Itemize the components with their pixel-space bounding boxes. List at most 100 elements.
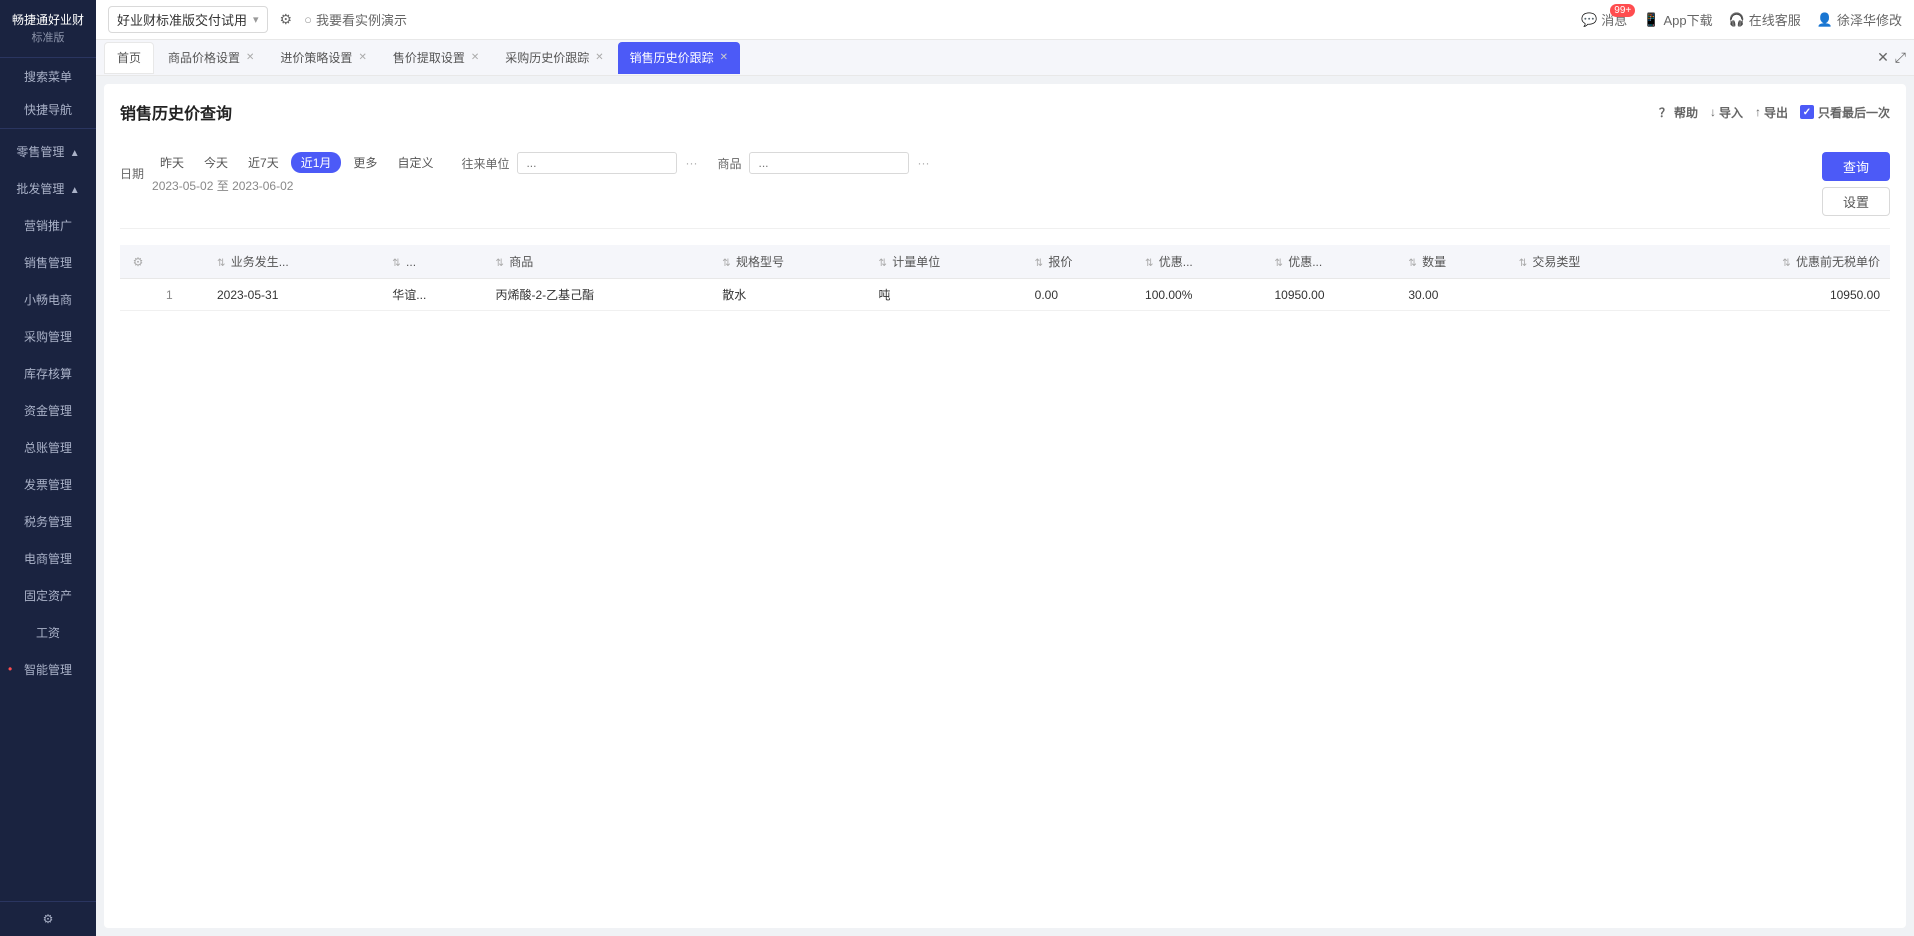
col-spec[interactable]: ⇅ 规格型号 xyxy=(712,245,868,279)
sidebar-item-finance[interactable]: 资金管理 xyxy=(0,392,96,429)
demo-button[interactable]: ○ 我要看实例演示 xyxy=(304,10,407,29)
partner-filter-input[interactable] xyxy=(517,152,677,174)
tab-purchase-history[interactable]: 采购历史价跟踪 ✕ xyxy=(493,42,615,74)
topbar-gear-icon[interactable]: ⚙ xyxy=(280,11,293,28)
partner-more-icon[interactable]: ··· xyxy=(685,156,697,170)
row-pretax-price: 10950.00 xyxy=(1665,279,1890,311)
user-button[interactable]: 👤 徐泽华修改 xyxy=(1817,10,1902,29)
version-selector[interactable]: 好业财标准版交付试用 ▾ xyxy=(108,6,268,33)
topbar: 好业财标准版交付试用 ▾ ⚙ ○ 我要看实例演示 💬 消息 99+ 📱 App下… xyxy=(96,0,1914,40)
sidebar-item-ledger[interactable]: 总账管理 xyxy=(0,429,96,466)
col-price[interactable]: ⇅ 报价 xyxy=(1025,245,1135,279)
tab-sale-extract[interactable]: 售价提取设置 ✕ xyxy=(381,42,491,74)
col-pretax-price[interactable]: ⇅ 优惠前无税单价 xyxy=(1665,245,1890,279)
tab-sale-extract-label: 售价提取设置 xyxy=(393,49,465,66)
col-discount1[interactable]: ⇅ 优惠... xyxy=(1135,245,1264,279)
tab-maximize-window[interactable]: ⤢ xyxy=(1895,49,1906,66)
sidebar-item-payroll[interactable]: 工资 xyxy=(0,614,96,651)
page-title-bar: 销售历史价查询 ？ 帮助 ↓ 导入 ↑ 导出 ✓ 只看最后一次 xyxy=(120,100,1890,124)
sidebar-item-ai[interactable]: 智能管理 xyxy=(0,651,96,688)
only-last-checkbox-group[interactable]: ✓ 只看最后一次 xyxy=(1800,104,1890,121)
online-service-button[interactable]: 🎧 在线客服 xyxy=(1729,10,1801,29)
col-more[interactable]: ⇅ ... xyxy=(382,245,485,279)
tab-purchase-history-label: 采购历史价跟踪 xyxy=(505,49,589,66)
tab-sale-history-close[interactable]: ✕ xyxy=(720,52,728,63)
sidebar-item-tax[interactable]: 税务管理 xyxy=(0,503,96,540)
date-7days[interactable]: 近7天 xyxy=(240,152,287,173)
product-filter-input[interactable] xyxy=(749,152,909,174)
date-1month[interactable]: 近1月 xyxy=(291,152,342,173)
sort-product-icon: ⇅ xyxy=(496,258,504,269)
tab-purchase-strategy[interactable]: 进价策略设置 ✕ xyxy=(268,42,378,74)
tab-product-price[interactable]: 商品价格设置 ✕ xyxy=(156,42,266,74)
row-discount2: 10950.00 xyxy=(1264,279,1398,311)
sort-more-icon: ⇅ xyxy=(392,258,400,269)
date-today[interactable]: 今天 xyxy=(196,152,236,173)
col-product[interactable]: ⇅ 商品 xyxy=(486,245,713,279)
help-button[interactable]: ？ 帮助 xyxy=(1659,104,1698,121)
date-more[interactable]: 更多 xyxy=(345,152,385,173)
version-dropdown-arrow: ▾ xyxy=(253,13,259,26)
sidebar-item-assets[interactable]: 固定资产 xyxy=(0,577,96,614)
import-icon: ↓ xyxy=(1710,105,1716,119)
sort-discount1-icon: ⇅ xyxy=(1145,258,1153,269)
query-button[interactable]: 查询 xyxy=(1822,152,1890,181)
sidebar-item-inventory[interactable]: 库存核算 xyxy=(0,355,96,392)
col-date[interactable]: ⇅ 业务发生... xyxy=(207,245,382,279)
app-download-button[interactable]: 📱 App下载 xyxy=(1643,10,1712,29)
date-filter-label: 日期 xyxy=(120,165,144,182)
date-custom[interactable]: 自定义 xyxy=(389,152,441,173)
sidebar-item-invoice[interactable]: 发票管理 xyxy=(0,466,96,503)
user-name: 徐泽华修改 xyxy=(1837,10,1902,29)
sidebar-settings[interactable]: ⚙ xyxy=(0,901,96,936)
tab-sale-history-label: 销售历史价跟踪 xyxy=(630,49,714,66)
sort-pretax-icon: ⇅ xyxy=(1782,258,1790,269)
sidebar-item-sales[interactable]: 销售管理 xyxy=(0,244,96,281)
tab-purchase-strategy-label: 进价策略设置 xyxy=(280,49,352,66)
sidebar-item-retail[interactable]: 零售管理 ▲ xyxy=(0,133,96,170)
settings-button[interactable]: 设置 xyxy=(1822,187,1890,216)
export-button[interactable]: ↑ 导出 xyxy=(1755,104,1788,121)
app-name: 畅捷通好业财 xyxy=(8,12,88,29)
sidebar: 畅捷通好业财 标准版 搜索菜单 快捷导航 零售管理 ▲ 批发管理 ▲ 营销推广 … xyxy=(0,0,96,936)
row-trade-type xyxy=(1509,279,1665,311)
sidebar-arrow-retail: ▲ xyxy=(70,148,80,159)
col-quantity[interactable]: ⇅ 数量 xyxy=(1398,245,1508,279)
only-last-checkbox[interactable]: ✓ xyxy=(1800,105,1814,119)
help-icon: ？ xyxy=(1659,104,1671,121)
sidebar-search[interactable]: 搜索菜单 xyxy=(0,58,96,95)
sidebar-item-marketing[interactable]: 营销推广 xyxy=(0,207,96,244)
row-gear xyxy=(120,279,156,311)
avatar-icon: 👤 xyxy=(1817,12,1833,28)
tab-sale-extract-close[interactable]: ✕ xyxy=(471,52,479,63)
col-discount2[interactable]: ⇅ 优惠... xyxy=(1264,245,1398,279)
col-trade-type[interactable]: ⇅ 交易类型 xyxy=(1509,245,1665,279)
row-num: 1 xyxy=(156,279,207,311)
tab-close-window[interactable]: ✕ xyxy=(1877,49,1889,66)
tab-purchase-strategy-close[interactable]: ✕ xyxy=(358,52,366,63)
product-more-icon[interactable]: ··· xyxy=(917,156,929,170)
row-partner: 华谊... xyxy=(382,279,485,311)
sidebar-divider-1 xyxy=(0,128,96,129)
import-button[interactable]: ↓ 导入 xyxy=(1710,104,1743,121)
table-row: 1 2023-05-31 华谊... 丙烯酸-2-乙基己酯 散水 吨 0.00 … xyxy=(120,279,1890,311)
message-button[interactable]: 💬 消息 99+ xyxy=(1581,10,1627,29)
service-label: 在线客服 xyxy=(1749,10,1801,29)
sidebar-item-wholesale[interactable]: 批发管理 ▲ xyxy=(0,170,96,207)
sidebar-item-purchase[interactable]: 采购管理 xyxy=(0,318,96,355)
tab-product-price-close[interactable]: ✕ xyxy=(246,52,254,63)
tab-sale-history[interactable]: 销售历史价跟踪 ✕ xyxy=(618,42,740,74)
date-yesterday[interactable]: 昨天 xyxy=(152,152,192,173)
tab-home[interactable]: 首页 xyxy=(104,42,154,74)
col-num xyxy=(156,245,207,279)
sidebar-quick-nav[interactable]: 快捷导航 xyxy=(0,95,96,124)
page-title-text: 销售历史价查询 xyxy=(120,100,232,124)
sidebar-item-ecommerce[interactable]: 电商管理 xyxy=(0,540,96,577)
tab-purchase-history-close[interactable]: ✕ xyxy=(595,52,603,63)
product-filter-group: 商品 ··· xyxy=(717,152,929,174)
row-unit: 吨 xyxy=(868,279,1024,311)
table-settings-icon[interactable]: ⚙ xyxy=(133,255,144,269)
row-date: 2023-05-31 xyxy=(207,279,382,311)
sidebar-item-ecommerce-small[interactable]: 小畅电商 xyxy=(0,281,96,318)
col-unit[interactable]: ⇅ 计量单位 xyxy=(868,245,1024,279)
